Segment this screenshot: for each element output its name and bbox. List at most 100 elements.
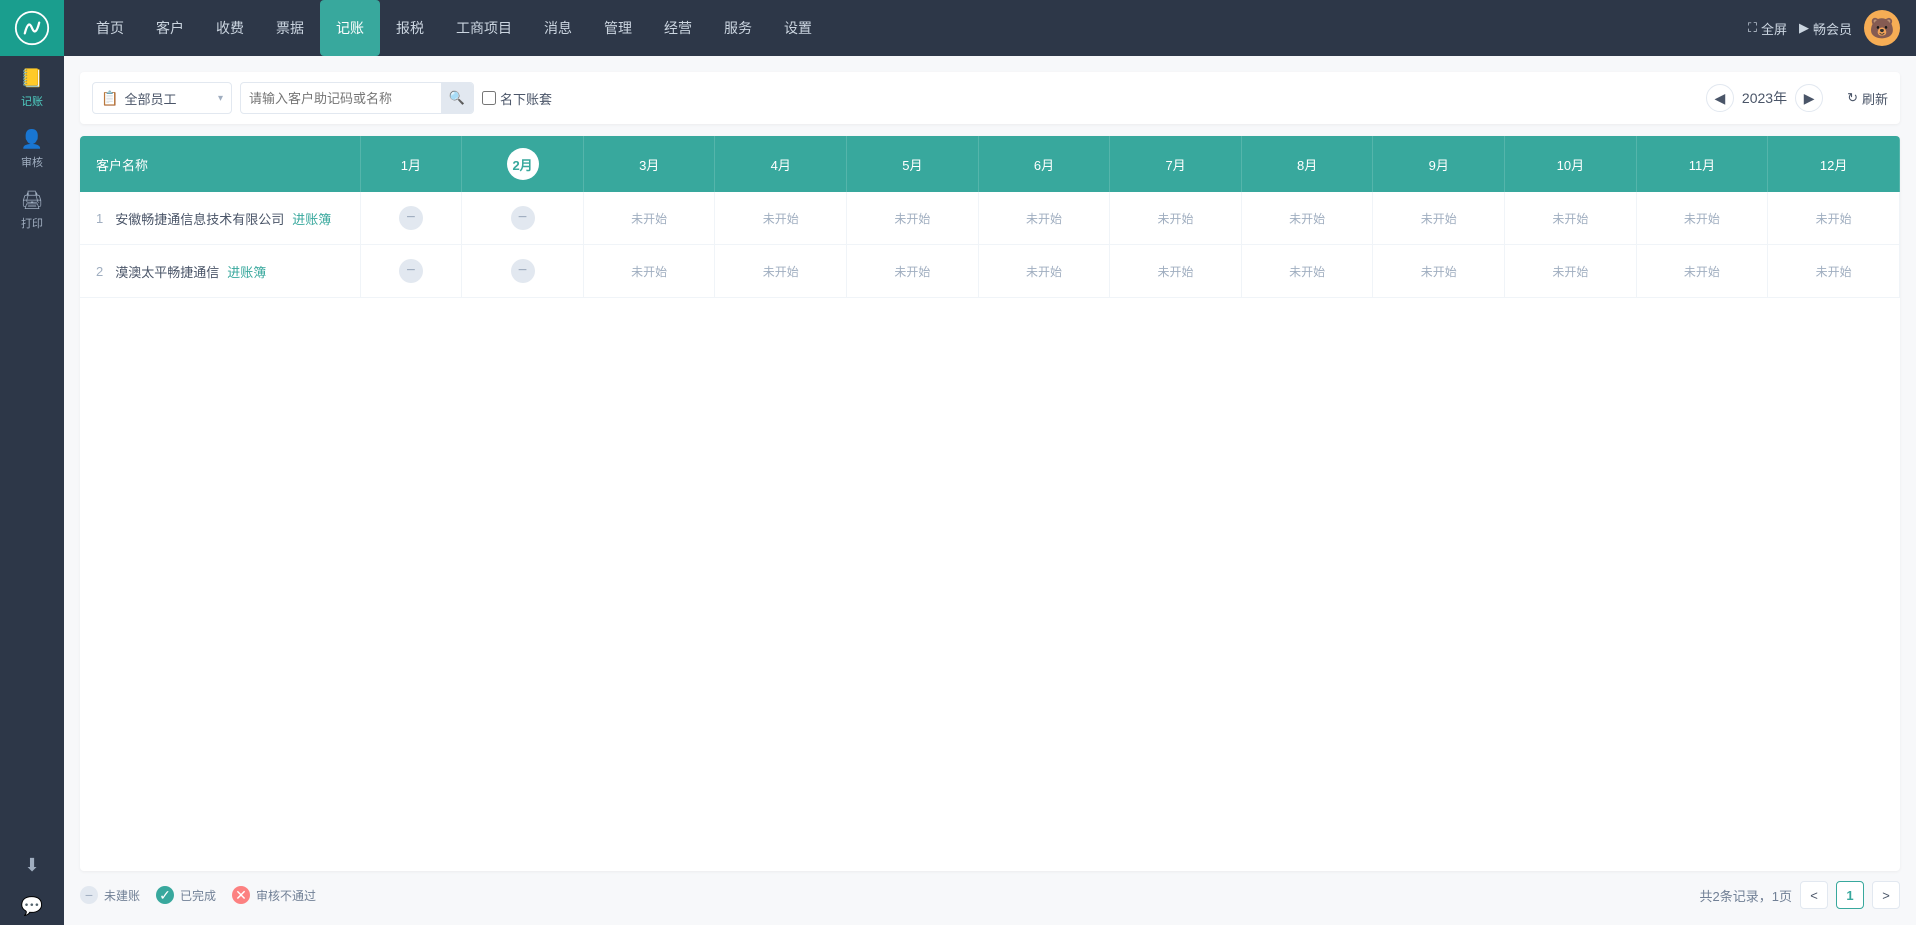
month-status-m12: 未开始 — [1768, 245, 1900, 298]
topnav-item-manage[interactable]: 管理 — [588, 0, 648, 56]
status-minus-icon: − — [511, 259, 535, 283]
col-header-m3: 3月 — [583, 136, 715, 192]
sidebar-bottom: ⬇ 💬 — [0, 843, 64, 925]
topnav-item-fee[interactable]: 收费 — [200, 0, 260, 56]
next-year-button[interactable]: ▶ — [1795, 84, 1823, 112]
sidebar-item-download[interactable]: ⬇ — [0, 843, 64, 884]
month-status-m7: 未开始 — [1110, 245, 1242, 298]
month-status-m5: 未开始 — [847, 245, 979, 298]
main-table: 客户名称1月2月3月4月5月6月7月8月9月10月11月12月 1 安徽畅捷通信… — [80, 136, 1900, 298]
status-not-started: 未开始 — [894, 212, 930, 226]
search-input[interactable] — [241, 91, 441, 106]
sidebar-item-accounting[interactable]: 📒 记账 — [21, 56, 44, 117]
table-body: 1 安徽畅捷通信息技术有限公司 进账簿 −−未开始未开始未开始未开始未开始未开始… — [80, 192, 1900, 298]
enter-ledger-link[interactable]: 进账簿 — [292, 209, 331, 228]
employee-select-text: 全部员工 — [124, 89, 212, 108]
col-header-m6: 6月 — [978, 136, 1110, 192]
vip-icon: ▶ — [1799, 20, 1809, 36]
row-index: 1 — [96, 211, 103, 226]
account-filter-label: 名下账套 — [500, 89, 552, 108]
status-minus-icon: − — [399, 259, 423, 283]
table-wrap: 客户名称1月2月3月4月5月6月7月8月9月10月11月12月 1 安徽畅捷通信… — [80, 136, 1900, 871]
refresh-icon: ↻ — [1847, 90, 1858, 106]
client-name-cell: 2 漠澳太平畅捷通信 进账簿 — [80, 245, 360, 298]
pagination-total: 共2条记录，1页 — [1700, 886, 1792, 905]
status-not-started: 未开始 — [1158, 212, 1194, 226]
logo[interactable] — [0, 0, 64, 56]
topnav-item-service[interactable]: 服务 — [708, 0, 768, 56]
month-status-m7: 未开始 — [1110, 192, 1242, 245]
topnav-item-customer[interactable]: 客户 — [140, 0, 200, 56]
topnav-item-tax[interactable]: 报税 — [380, 0, 440, 56]
sidebar: 📒 记账 👤 审核 🖨 打印 ⬇ 💬 — [0, 0, 64, 925]
topnav: 首页客户收费票据记账报税工商项目消息管理经营服务设置 ⛶ 全屏 ▶ 畅会员 🐻 — [64, 0, 1916, 56]
col-header-m12: 12月 — [1768, 136, 1900, 192]
refresh-button[interactable]: ↻ 刷新 — [1847, 89, 1888, 108]
account-checkbox[interactable] — [482, 91, 496, 105]
prev-year-button[interactable]: ◀ — [1706, 84, 1734, 112]
month-status-m2: − — [462, 245, 584, 298]
year-nav: ◀ 2023年 ▶ — [1706, 84, 1823, 112]
topnav-item-operation[interactable]: 经营 — [648, 0, 708, 56]
topnav-item-message[interactable]: 消息 — [528, 0, 588, 56]
topnav-item-settings[interactable]: 设置 — [768, 0, 828, 56]
prev-page-button[interactable]: < — [1800, 881, 1828, 909]
col-header-m11: 11月 — [1636, 136, 1768, 192]
topnav-item-home[interactable]: 首页 — [80, 0, 140, 56]
content: 📋 全部员工 ▾ 🔍 名下账套 ◀ 2023年 ▶ ↻ 刷新 — [64, 56, 1916, 925]
refresh-label: 刷新 — [1862, 89, 1888, 108]
month-status-m6: 未开始 — [978, 245, 1110, 298]
month-status-m9: 未开始 — [1373, 245, 1505, 298]
current-page: 1 — [1836, 881, 1864, 909]
status-not-started: 未开始 — [1552, 212, 1588, 226]
legend-dot-not-started: − — [80, 886, 98, 904]
month-status-m5: 未开始 — [847, 192, 979, 245]
client-name: 漠澳太平畅捷通信 — [115, 262, 219, 281]
month-status-m11: 未开始 — [1636, 192, 1768, 245]
col-header-m9: 9月 — [1373, 136, 1505, 192]
audit-icon: 👤 — [21, 129, 43, 150]
topnav-item-accounting[interactable]: 记账 — [320, 0, 380, 56]
legend-label-rejected: 审核不通过 — [256, 887, 316, 904]
employee-select[interactable]: 📋 全部员工 ▾ — [92, 82, 232, 114]
col-header-m10: 10月 — [1505, 136, 1637, 192]
status-not-started: 未开始 — [1552, 265, 1588, 279]
vip-label: 畅会员 — [1813, 19, 1852, 38]
avatar[interactable]: 🐻 — [1864, 10, 1900, 46]
col-header-m7: 7月 — [1110, 136, 1242, 192]
legend-label-not-started: 未建账 — [104, 887, 140, 904]
main-area: 首页客户收费票据记账报税工商项目消息管理经营服务设置 ⛶ 全屏 ▶ 畅会员 🐻 … — [64, 0, 1916, 925]
topnav-item-invoice[interactable]: 票据 — [260, 0, 320, 56]
search-button[interactable]: 🔍 — [441, 82, 473, 114]
month-status-m1: − — [360, 192, 462, 245]
next-page-button[interactable]: > — [1872, 881, 1900, 909]
sidebar-item-audit[interactable]: 👤 审核 — [21, 117, 44, 178]
vip-button[interactable]: ▶ 畅会员 — [1799, 19, 1852, 38]
status-not-started: 未开始 — [1289, 265, 1325, 279]
month-status-m3: 未开始 — [583, 245, 715, 298]
fullscreen-button[interactable]: ⛶ 全屏 — [1748, 19, 1787, 38]
toolbar: 📋 全部员工 ▾ 🔍 名下账套 ◀ 2023年 ▶ ↻ 刷新 — [80, 72, 1900, 124]
client-name: 安徽畅捷通信息技术有限公司 — [115, 209, 284, 228]
sidebar-item-print[interactable]: 🖨 打印 — [21, 178, 44, 239]
fullscreen-label: 全屏 — [1761, 19, 1787, 38]
status-not-started: 未开始 — [1421, 212, 1457, 226]
month-status-m12: 未开始 — [1768, 192, 1900, 245]
status-not-started: 未开始 — [1026, 212, 1062, 226]
legend-item-rejected: ✕ 审核不通过 — [232, 886, 316, 904]
topnav-item-bizitem[interactable]: 工商项目 — [440, 0, 528, 56]
footer: − 未建账 ✓ 已完成 ✕ 审核不通过 共2条记录，1页 < 1 > — [80, 871, 1900, 909]
year-label: 2023年 — [1742, 88, 1787, 108]
print-icon: 🖨 — [21, 190, 44, 211]
sidebar-item-label: 记账 — [21, 93, 43, 109]
col-header-m2: 2月 — [462, 136, 584, 192]
topnav-right: ⛶ 全屏 ▶ 畅会员 🐻 — [1748, 10, 1900, 46]
pagination: 共2条记录，1页 < 1 > — [1700, 881, 1900, 909]
table-row: 2 漠澳太平畅捷通信 进账簿 −−未开始未开始未开始未开始未开始未开始未开始未开… — [80, 245, 1900, 298]
search-wrap: 🔍 — [240, 82, 474, 114]
status-not-started: 未开始 — [763, 265, 799, 279]
account-filter[interactable]: 名下账套 — [482, 89, 552, 108]
sidebar-item-support[interactable]: 💬 — [0, 884, 64, 925]
download-icon: ⬇ — [24, 855, 39, 876]
enter-ledger-link[interactable]: 进账簿 — [227, 262, 266, 281]
